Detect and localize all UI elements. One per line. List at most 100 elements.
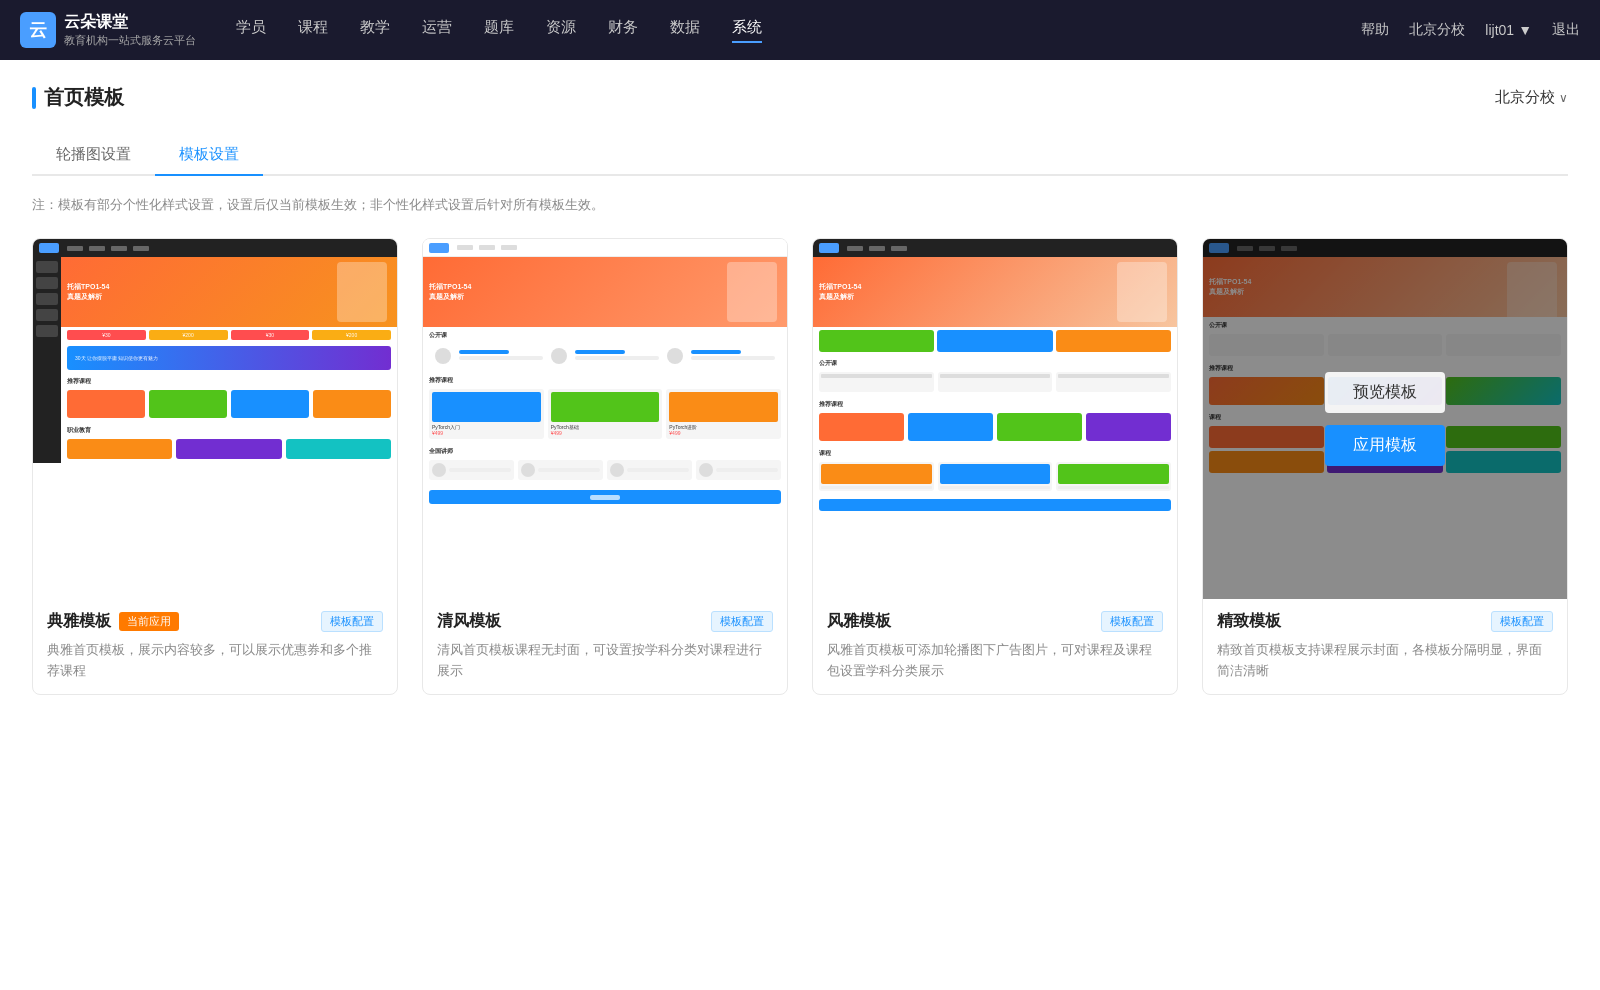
mockup-nav-logo3 <box>819 243 839 253</box>
tabs-row: 轮播图设置 模板设置 <box>32 135 1568 176</box>
mockup-course-card <box>313 390 391 418</box>
mockup-nav-link3 <box>869 246 885 251</box>
mockup-sidebar-item <box>36 277 58 289</box>
template-preview-clean: 托福TPO1-54真题及解析 公开课 <box>423 239 787 599</box>
mockup-nav-logo2 <box>429 243 449 253</box>
mockup-person-line <box>575 350 625 354</box>
badge-config-clean[interactable]: 模板配置 <box>711 611 773 632</box>
mockup-banner2: 托福TPO1-54真题及解析 <box>423 257 787 327</box>
mockup-elegant2: 托福TPO1-54真题及解析 公开课 <box>813 239 1177 599</box>
nav-link-teaching[interactable]: 教学 <box>360 18 390 43</box>
mockup-nav-link2 <box>479 245 495 250</box>
branch-selector[interactable]: 北京分校 ∨ <box>1495 88 1568 107</box>
mockup-coupon-yellow: ¥200 <box>149 330 228 340</box>
template-name: 典雅模板 <box>47 611 111 632</box>
template-preview-refined: 托福TPO1-54真题及解析 公开课 <box>1203 239 1567 599</box>
mockup-lecturer-title: 全国讲师 <box>429 447 781 456</box>
mockup-person-info <box>459 350 543 362</box>
mockup-coupon-red2: ¥30 <box>231 330 310 340</box>
mockup-courses-section: 推荐课程 <box>61 373 397 422</box>
template-preview-elegant: 托福TPO1-54真题及解析 ¥30 ¥200 ¥30 ¥200 <box>33 239 397 599</box>
mockup-sidebar-item <box>36 293 58 305</box>
mockup-nav-links <box>67 246 149 251</box>
mockup-sidebar-item <box>36 261 58 273</box>
logo-text: 云朵课堂 教育机构一站式服务云平台 <box>64 12 196 47</box>
apply-template-button-refined[interactable]: 应用模板 <box>1325 425 1445 466</box>
template-desc-refined: 精致首页模板支持课程展示封面，各模板分隔明显，界面简洁清晰 <box>1217 640 1553 682</box>
mockup-public-section3: 公开课 <box>813 355 1177 396</box>
mockup-section-title2: 职业教育 <box>67 426 391 435</box>
mockup-nav2 <box>423 239 787 257</box>
mockup-edu-card <box>286 439 391 459</box>
mockup-banner3: 托福TPO1-54真题及解析 <box>813 257 1177 327</box>
mockup-nav3 <box>813 239 1177 257</box>
nav-links: 学员 课程 教学 运营 题库 资源 财务 数据 系统 <box>236 18 1361 43</box>
mockup-courses-title3: 课程 <box>819 449 1171 458</box>
nav-link-resources[interactable]: 资源 <box>546 18 576 43</box>
mockup-person-info2 <box>575 350 659 362</box>
mockup-elegant: 托福TPO1-54真题及解析 ¥30 ¥200 ¥30 ¥200 <box>33 239 397 599</box>
user-menu[interactable]: lijt01 ▼ <box>1485 22 1532 38</box>
mockup-public-section: 公开课 <box>423 327 787 372</box>
template-name-row-elegant2: 风雅模板 模板配置 <box>827 611 1163 632</box>
branch-link[interactable]: 北京分校 <box>1409 21 1465 39</box>
nav-link-system[interactable]: 系统 <box>732 18 762 43</box>
nav-link-data[interactable]: 数据 <box>670 18 700 43</box>
mockup-promo-text: 30天 让你摆脱平庸 知识使你更有魅力 <box>75 355 158 361</box>
nav-link-finance[interactable]: 财务 <box>608 18 638 43</box>
nav-right: 帮助 北京分校 lijt01 ▼ 退出 <box>1361 21 1580 39</box>
mockup-banner-img2 <box>727 262 777 322</box>
page-header: 首页模板 北京分校 ∨ <box>32 84 1568 111</box>
mockup-course-cards <box>67 390 391 418</box>
help-link[interactable]: 帮助 <box>1361 21 1389 39</box>
mockup-coupon-yellow2: ¥200 <box>312 330 391 340</box>
template-elegant2[interactable]: 托福TPO1-54真题及解析 公开课 <box>812 238 1178 695</box>
template-clean[interactable]: 托福TPO1-54真题及解析 公开课 <box>422 238 788 695</box>
template-desc-clean: 清风首页模板课程无封面，可设置按学科分类对课程进行展示 <box>437 640 773 682</box>
nav-link-operations[interactable]: 运营 <box>422 18 452 43</box>
template-footer-elegant2: 风雅模板 模板配置 风雅首页模板可添加轮播图下广告图片，可对课程及课程包设置学科… <box>813 599 1177 694</box>
badge-config-refined[interactable]: 模板配置 <box>1491 611 1553 632</box>
page-content: 首页模板 北京分校 ∨ 轮播图设置 模板设置 注：模板有部分个性化样式设置，设置… <box>0 60 1600 990</box>
mockup-person-line <box>575 356 659 360</box>
tab-carousel[interactable]: 轮播图设置 <box>32 135 155 176</box>
template-elegant[interactable]: 托福TPO1-54真题及解析 ¥30 ¥200 ¥30 ¥200 <box>32 238 398 695</box>
mockup-recommend-section3: 推荐课程 <box>813 396 1177 445</box>
mockup-coupon-red: ¥30 <box>67 330 146 340</box>
template-name-row: 典雅模板 当前应用 模板配置 <box>47 611 383 632</box>
mockup-avatar <box>551 348 567 364</box>
nav-link-students[interactable]: 学员 <box>236 18 266 43</box>
page-title-bar <box>32 87 36 109</box>
template-overlay-refined: 预览模板 应用模板 <box>1203 239 1567 599</box>
tab-template[interactable]: 模板设置 <box>155 135 263 176</box>
mockup-course-card <box>67 390 145 418</box>
mockup-banner-img3 <box>1117 262 1167 322</box>
template-refined[interactable]: 托福TPO1-54真题及解析 公开课 <box>1202 238 1568 695</box>
mockup-recommend-title3: 推荐课程 <box>819 400 1171 409</box>
nav-link-courses[interactable]: 课程 <box>298 18 328 43</box>
nav-link-questions[interactable]: 题库 <box>484 18 514 43</box>
mockup-main-content: 托福TPO1-54真题及解析 ¥30 ¥200 ¥30 ¥200 <box>61 257 397 463</box>
mockup-public-cards3 <box>819 372 1171 392</box>
template-name-elegant2: 风雅模板 <box>827 611 891 632</box>
logo-icon: 云 <box>20 12 56 48</box>
mockup-nav-link2 <box>457 245 473 250</box>
mockup-section-title: 推荐课程 <box>67 377 391 386</box>
logout-button[interactable]: 退出 <box>1552 21 1580 39</box>
badge-config-elegant2[interactable]: 模板配置 <box>1101 611 1163 632</box>
badge-config[interactable]: 模板配置 <box>321 611 383 632</box>
template-name-row-clean: 清风模板 模板配置 <box>437 611 773 632</box>
preview-template-button-refined[interactable]: 预览模板 <box>1325 372 1445 413</box>
note-text: 注：模板有部分个性化样式设置，设置后仅当前模板生效；非个性化样式设置后针对所有模… <box>32 196 1568 214</box>
mockup-banner-img <box>337 262 387 322</box>
mockup-course-card <box>231 390 309 418</box>
mockup-person-line <box>691 356 775 360</box>
template-name-refined: 精致模板 <box>1217 611 1281 632</box>
mockup-nav-links2 <box>457 245 517 250</box>
mockup-lecturer-section: 全国讲师 <box>423 443 787 484</box>
mockup-edu-card <box>176 439 281 459</box>
mockup-courses-cards3 <box>819 462 1171 491</box>
mockup-nav-link3 <box>891 246 907 251</box>
template-name-row-refined: 精致模板 模板配置 <box>1217 611 1553 632</box>
mockup-banner-text: 托福TPO1-54真题及解析 <box>67 282 109 302</box>
